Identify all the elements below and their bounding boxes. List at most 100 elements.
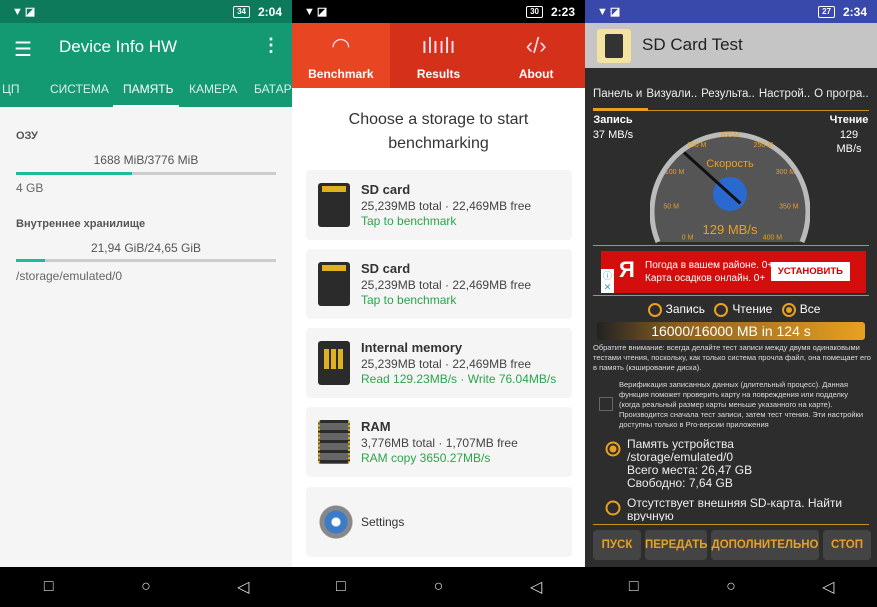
advanced-button[interactable]: ДОПОЛНИТЕЛЬНО bbox=[711, 530, 819, 560]
sd-card-icon bbox=[318, 262, 350, 306]
card-detail: 3,776MB total · 1,707MB free bbox=[361, 436, 518, 450]
gauge-tick-label: 50 M bbox=[663, 204, 679, 211]
gauge-title: Скорость bbox=[706, 158, 754, 170]
divider bbox=[593, 295, 869, 296]
storage-card-ram[interactable]: RAM 3,776MB total · 1,707MB free RAM copy … bbox=[306, 407, 572, 477]
device-info-screen: ▼◪ 34 2:04 ☰ Device Info HW ⋮ ЦП СИСТЕМА П… bbox=[0, 0, 292, 607]
settings-card[interactable]: Settings bbox=[306, 487, 572, 557]
tab-settings[interactable]: Настрой.. bbox=[759, 88, 810, 100]
tab-results[interactable]: Результа.. bbox=[701, 88, 755, 100]
radio-read[interactable] bbox=[714, 302, 729, 317]
stop-button[interactable]: СТОП bbox=[823, 530, 871, 560]
radio-all[interactable] bbox=[781, 302, 796, 317]
status-bar: ▼◪ 27 2:34 bbox=[585, 0, 877, 23]
tab-panel[interactable]: Панель и bbox=[593, 88, 642, 100]
storage-card-sd2[interactable]: SD card 25,239MB total · 22,469MB free Tap… bbox=[306, 249, 572, 319]
clock: 2:04 bbox=[257, 5, 282, 19]
settings-label: Settings bbox=[361, 515, 405, 529]
recent-apps-icon[interactable]: □ bbox=[614, 578, 654, 596]
start-button[interactable]: ПУСК bbox=[593, 530, 641, 560]
bar-chart-icon: ılıılı bbox=[421, 33, 456, 58]
write-value: 37 MB/s bbox=[592, 129, 634, 141]
radio-label: Чтение bbox=[732, 302, 773, 316]
wifi-icon: ▼◪ bbox=[304, 6, 330, 18]
status-bar: ▼◪ 34 2:04 bbox=[0, 0, 292, 23]
ram-size: 4 GB bbox=[16, 181, 44, 195]
device-memory-info: Память устройства/storage/emulated/0 Всег… bbox=[627, 438, 752, 490]
gear-icon bbox=[318, 504, 354, 540]
app-logo-icon bbox=[597, 29, 631, 63]
yandex-logo: Я bbox=[619, 257, 635, 282]
speed-gauge: 0 M 50 M 100 M 150 M 200 M 250 M 300 M 350 M 400… bbox=[650, 131, 810, 243]
radio-device-memory[interactable] bbox=[605, 441, 621, 457]
tab-results[interactable]: ılıılı Results bbox=[390, 23, 488, 88]
app-title: SD Card Test bbox=[642, 35, 743, 54]
storage-progress-bar bbox=[16, 259, 276, 262]
divider bbox=[593, 245, 869, 246]
gauge-value: 129 MB/s bbox=[703, 222, 758, 237]
recent-apps-icon[interactable]: □ bbox=[321, 578, 361, 596]
app-title: Device Info HW bbox=[59, 37, 178, 56]
clock: 2:23 bbox=[550, 5, 575, 19]
tab-memory[interactable]: ПАМЯТЬ bbox=[123, 82, 174, 96]
ad-banner[interactable]: ⓘ ✕ Я Погода в вашем районе. 0+ Карта осад… bbox=[601, 251, 866, 293]
back-icon[interactable]: ◁ bbox=[223, 577, 263, 597]
tab-cpu[interactable]: ЦП bbox=[2, 82, 20, 96]
hamburger-menu-icon[interactable]: ☰ bbox=[14, 37, 32, 62]
write-label: Запись bbox=[593, 114, 633, 126]
ad-line: Карта осадков онлайн. 0+ bbox=[645, 273, 766, 284]
tab-visual[interactable]: Визуали.. bbox=[646, 88, 697, 100]
storage-card-internal[interactable]: Internal memory 25,239MB total · 22,469MB… bbox=[306, 328, 572, 398]
home-icon[interactable]: ○ bbox=[711, 578, 751, 596]
radio-external-sd[interactable] bbox=[605, 500, 621, 516]
storage-benchmark-screen: ▼◪ 30 2:23 ◠ Benchmark ılıılı Results ‹/› Abo… bbox=[292, 0, 585, 607]
card-status: Read 129.23MB/s · Write 76.04MB/s bbox=[361, 372, 557, 386]
mode-radio-group: Запись Чтение Все bbox=[585, 302, 877, 317]
back-icon[interactable]: ◁ bbox=[516, 577, 556, 597]
status-bar: ▼◪ 30 2:23 bbox=[292, 0, 585, 23]
read-value: 129 MB/s bbox=[836, 129, 862, 155]
test-progress-bar: 16000/16000 MB in 124 s bbox=[597, 322, 865, 340]
note-text: Обратите внимание: всегда делайте тест з… bbox=[593, 343, 871, 372]
tab-label: Benchmark bbox=[308, 67, 374, 81]
radio-label: Все bbox=[799, 302, 821, 316]
ad-info-close-icon[interactable]: ⓘ ✕ bbox=[601, 269, 614, 293]
tab-camera[interactable]: КАМЕРА bbox=[189, 82, 237, 96]
head-code-icon: ‹/› bbox=[525, 33, 547, 58]
tab-about[interactable]: ‹/› About bbox=[487, 23, 585, 88]
divider bbox=[593, 524, 869, 525]
sd-card-icon bbox=[318, 183, 350, 227]
speedometer-icon: ◠ bbox=[331, 33, 351, 58]
card-status: Tap to benchmark bbox=[361, 293, 457, 307]
recent-apps-icon[interactable]: □ bbox=[29, 578, 69, 596]
battery-icon: 34 bbox=[233, 6, 250, 18]
radio-write[interactable] bbox=[647, 302, 662, 317]
tab-bar: ◠ Benchmark ılıılı Results ‹/› About bbox=[292, 23, 585, 88]
tab-bar: Панель и Визуали.. Результа.. Настрой.. О пр… bbox=[593, 88, 873, 100]
verify-checkbox[interactable] bbox=[599, 397, 613, 411]
sd-card-test-screen: ▼◪ 27 2:34 SD Card Test Панель и Визуали.. Р… bbox=[585, 0, 877, 607]
card-detail: 25,239MB total · 22,469MB free bbox=[361, 278, 532, 292]
tab-system[interactable]: СИСТЕМА bbox=[50, 82, 109, 96]
home-icon[interactable]: ○ bbox=[418, 578, 458, 596]
navigation-bar: □ ○ ◁ bbox=[292, 567, 585, 607]
verify-text: Верификация записанных данных (длительны… bbox=[619, 380, 864, 429]
back-icon[interactable]: ◁ bbox=[808, 577, 848, 597]
card-detail: 25,239MB total · 22,469MB free bbox=[361, 357, 532, 371]
share-button[interactable]: ПЕРЕДАТЬ bbox=[645, 530, 708, 560]
storage-value: 21,94 GiB/24,65 GiB bbox=[90, 241, 202, 255]
card-name: Internal memory bbox=[361, 340, 463, 355]
tab-battery[interactable]: БАТАРЕЯ bbox=[254, 82, 292, 96]
app-bar: ☰ Device Info HW ⋮ ЦП СИСТЕМА ПАМЯТЬ КАМ… bbox=[0, 23, 292, 107]
gauge-tick-label: 400 M bbox=[763, 234, 783, 241]
active-tab-indicator bbox=[593, 108, 648, 111]
more-options-icon[interactable]: ⋮ bbox=[262, 35, 280, 56]
install-button[interactable]: УСТАНОВИТЬ bbox=[770, 262, 850, 281]
storage-card-sd1[interactable]: SD card 25,239MB total · 22,469MB free Tap… bbox=[306, 170, 572, 240]
tab-benchmark[interactable]: ◠ Benchmark bbox=[292, 23, 390, 88]
home-icon[interactable]: ○ bbox=[126, 578, 166, 596]
external-sd-text: Отсутствует внешняя SD-карта. Найти вруч… bbox=[627, 497, 843, 521]
page-heading: Choose a storage to start benchmarking bbox=[292, 108, 585, 156]
tab-about[interactable]: О програ.. bbox=[814, 88, 869, 100]
ram-chip-icon bbox=[318, 420, 350, 464]
